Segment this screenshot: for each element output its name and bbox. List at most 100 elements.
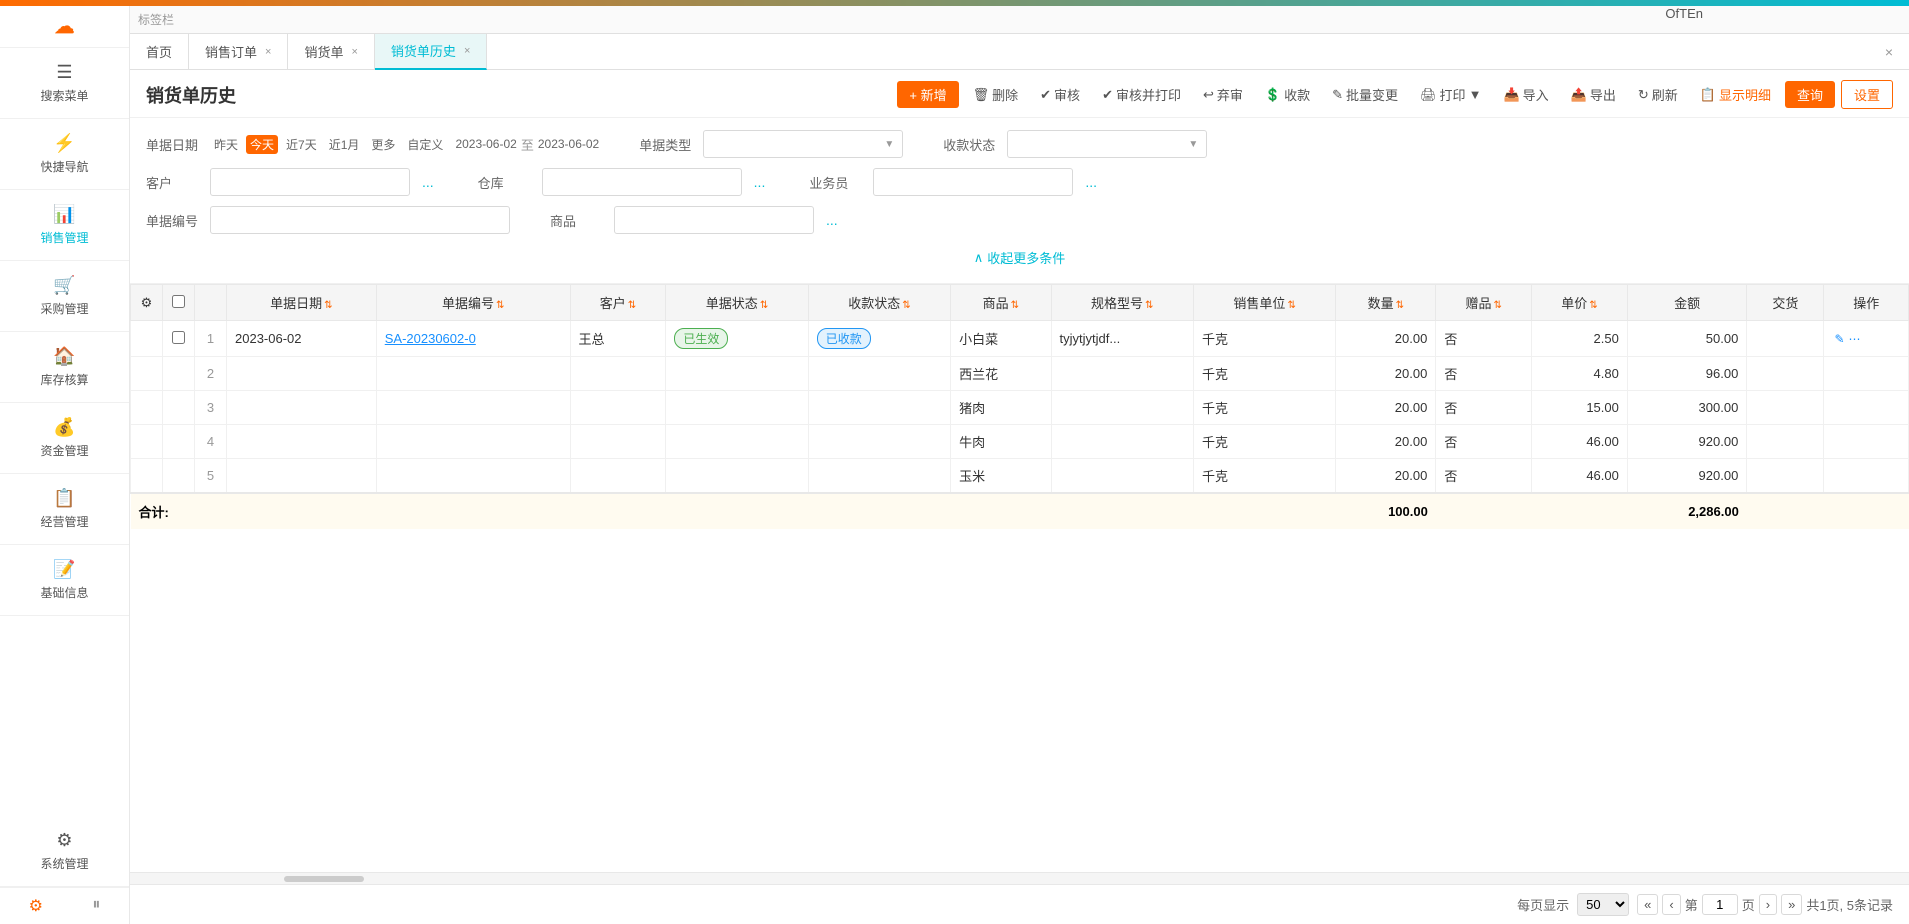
print-icon: 🖨 xyxy=(1420,87,1437,103)
row-check-cell[interactable] xyxy=(163,357,195,391)
col-settings[interactable]: ⚙ xyxy=(131,285,163,321)
shortcut-1month[interactable]: 近1月 xyxy=(325,135,364,154)
tab-sales-order-close[interactable]: × xyxy=(265,46,271,58)
select-all-checkbox[interactable] xyxy=(172,295,185,308)
goods-filter-group: 商品 ... xyxy=(550,206,842,234)
col-spec-type[interactable]: 规格型号⇅ xyxy=(1051,285,1193,321)
shortcut-more[interactable]: 更多 xyxy=(367,135,399,154)
setting-button[interactable]: 设置 xyxy=(1841,80,1893,109)
doc-no-input[interactable] xyxy=(210,206,510,234)
audit-button[interactable]: ✔ 审核 xyxy=(1032,81,1088,108)
col-sales-unit[interactable]: 销售单位⇅ xyxy=(1193,285,1335,321)
horizontal-scrollbar[interactable] xyxy=(130,872,1909,884)
col-gift[interactable]: 赠品⇅ xyxy=(1436,285,1532,321)
delete-button[interactable]: 🗑 删除 xyxy=(965,81,1027,108)
shortcut-today[interactable]: 今天 xyxy=(246,135,278,154)
col-customer[interactable]: 客户⇅ xyxy=(570,285,666,321)
query-button[interactable]: 查询 xyxy=(1785,81,1835,108)
col-doc-no[interactable]: 单据编号⇅ xyxy=(376,285,570,321)
sidebar-item-quick-nav[interactable]: ⚡ 快捷导航 xyxy=(0,119,129,190)
print-button[interactable]: 🖨 打印 ▼ xyxy=(1412,81,1489,108)
row-checkbox[interactable] xyxy=(172,331,185,344)
tab-sales-goods-history-close[interactable]: × xyxy=(464,45,470,57)
sidebar-collapse-icon[interactable]: ⏸ xyxy=(92,896,100,916)
collect-button[interactable]: 💲 收款 xyxy=(1257,81,1318,108)
sidebar-item-purchase-mgmt[interactable]: 🛒 采购管理 xyxy=(0,261,129,332)
discard-button[interactable]: ↩ 弃审 xyxy=(1195,81,1251,108)
main-table: ⚙ 单据日期⇅ 单据编号⇅ 客户⇅ 单据状态⇅ 收款状态⇅ 商品⇅ 规格型号⇅ … xyxy=(130,284,1909,529)
more-action[interactable]: ⋯ xyxy=(1849,332,1861,346)
tab-sales-goods-close[interactable]: × xyxy=(351,46,357,58)
sidebar-item-finance-mgmt[interactable]: 💰 资金管理 xyxy=(0,403,129,474)
edit-action[interactable]: ✎ xyxy=(1834,332,1844,346)
doc-type-select[interactable]: ▼ xyxy=(703,130,903,158)
doc-no-link[interactable]: SA-20230602-0 xyxy=(385,331,476,346)
payment-status-dropdown-icon: ▼ xyxy=(1188,139,1198,150)
batch-change-button[interactable]: ✎ 批量变更 xyxy=(1324,81,1406,108)
warehouse-input[interactable] xyxy=(542,168,742,196)
col-quantity[interactable]: 数量⇅ xyxy=(1336,285,1436,321)
payment-status-select[interactable]: ▼ xyxy=(1007,130,1207,158)
page-last-button[interactable]: » xyxy=(1781,894,1802,915)
audit-print-button[interactable]: ✔ 审核并打印 xyxy=(1094,81,1189,108)
page-next-button[interactable]: › xyxy=(1759,894,1777,915)
sidebar-item-search-menu[interactable]: ☰ 搜索菜单 xyxy=(0,48,129,119)
collapse-button[interactable]: ∧ 收起更多条件 xyxy=(146,244,1893,271)
page-first-button[interactable]: « xyxy=(1637,894,1658,915)
spec-type-cell: tyjytjytjdf... xyxy=(1051,321,1193,357)
scrollbar-thumb[interactable] xyxy=(284,876,364,882)
row-number-cell: 5 xyxy=(195,459,227,494)
goods-input[interactable] xyxy=(614,206,814,234)
tab-sales-order[interactable]: 销售订单 × xyxy=(189,34,288,70)
page-number-input[interactable] xyxy=(1702,894,1738,915)
col-payment-status[interactable]: 收款状态⇅ xyxy=(808,285,950,321)
page-prev-button[interactable]: ‹ xyxy=(1662,894,1680,915)
row-check-cell[interactable] xyxy=(163,459,195,494)
row-check-cell[interactable] xyxy=(163,321,195,357)
often-text: OfTEn xyxy=(1659,6,1709,27)
shortcut-yesterday[interactable]: 昨天 xyxy=(210,135,242,154)
page-size-select[interactable]: 50 20 100 200 xyxy=(1577,893,1629,916)
sidebar: ☁ ☰ 搜索菜单 ⚡ 快捷导航 📊 销售管理 🛒 采购管理 🏠 库存核算 💰 资… xyxy=(0,6,130,924)
shortcut-custom[interactable]: 自定义 xyxy=(403,135,447,154)
transaction-cell xyxy=(1747,425,1824,459)
goods-dots-button[interactable]: ... xyxy=(822,212,842,228)
sales-unit-cell: 千克 xyxy=(1193,459,1335,494)
sidebar-item-inventory-calc[interactable]: 🏠 库存核算 xyxy=(0,332,129,403)
sidebar-item-sys-mgmt[interactable]: ⚙ 系统管理 xyxy=(0,816,129,887)
row-check-cell[interactable] xyxy=(163,391,195,425)
payment-status-cell xyxy=(808,357,950,391)
new-button[interactable]: + 新增 xyxy=(897,81,958,108)
refresh-button[interactable]: ↻ 刷新 xyxy=(1630,81,1686,108)
col-doc-status[interactable]: 单据状态⇅ xyxy=(666,285,808,321)
sidebar-settings-icon[interactable]: ⚙ xyxy=(29,896,43,916)
sidebar-item-ops-mgmt[interactable]: 📋 经营管理 xyxy=(0,474,129,545)
customer-input[interactable] xyxy=(210,168,410,196)
customer-dots-button[interactable]: ... xyxy=(418,174,438,190)
import-button[interactable]: 📥 导入 xyxy=(1495,81,1556,108)
warehouse-dots-button[interactable]: ... xyxy=(750,174,770,190)
col-transaction: 交货 xyxy=(1747,285,1824,321)
sidebar-item-sales-mgmt[interactable]: 📊 销售管理 xyxy=(0,190,129,261)
tab-sales-goods-history[interactable]: 销货单历史 × xyxy=(375,34,487,70)
col-check[interactable] xyxy=(163,285,195,321)
actions-cell xyxy=(1824,357,1909,391)
sales-unit-cell: 千克 xyxy=(1193,425,1335,459)
col-unit-price[interactable]: 单价⇅ xyxy=(1532,285,1628,321)
salesperson-dots-button[interactable]: ... xyxy=(1081,174,1101,190)
export-button[interactable]: 📤 导出 xyxy=(1563,81,1624,108)
content-area: 标签栏 OfTEn 首页 销售订单 × 销货单 × 销货单历史 × × xyxy=(130,6,1909,924)
col-goods[interactable]: 商品⇅ xyxy=(951,285,1051,321)
col-doc-date[interactable]: 单据日期⇅ xyxy=(227,285,377,321)
salesperson-input[interactable] xyxy=(873,168,1073,196)
tab-bar-close-all[interactable]: × xyxy=(1877,44,1901,60)
tab-sales-goods[interactable]: 销货单 × xyxy=(288,34,374,70)
row-check-cell[interactable] xyxy=(163,425,195,459)
shortcut-7days[interactable]: 近7天 xyxy=(282,135,321,154)
doc-status-cell xyxy=(666,357,808,391)
show-detail-button[interactable]: 📋 显示明细 xyxy=(1692,81,1779,108)
amount-cell: 300.00 xyxy=(1627,391,1746,425)
tab-home[interactable]: 首页 xyxy=(130,34,189,70)
doc-status-cell xyxy=(666,391,808,425)
sidebar-item-basic-info[interactable]: 📝 基础信息 xyxy=(0,545,129,616)
